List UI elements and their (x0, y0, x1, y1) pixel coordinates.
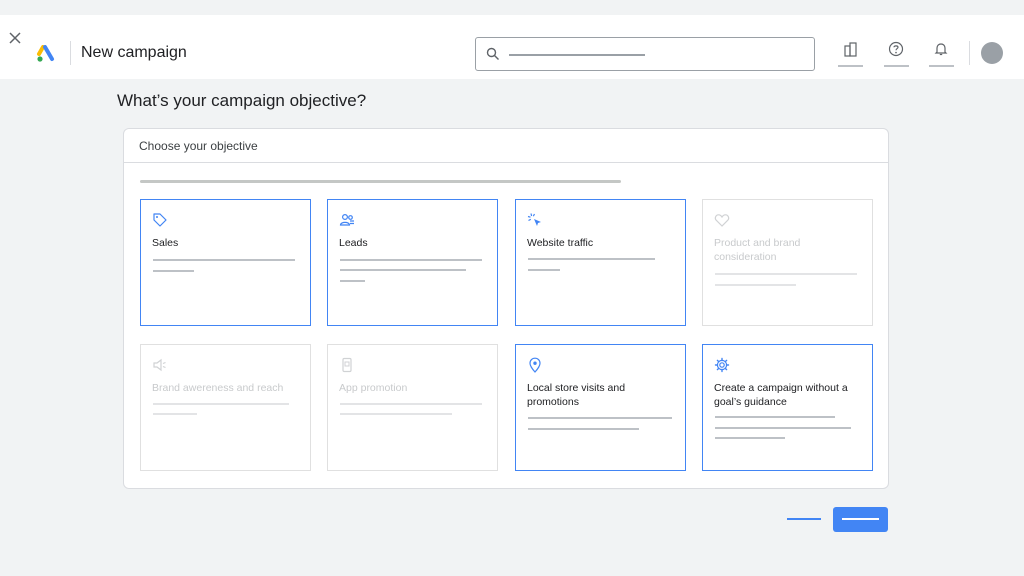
help-icon[interactable] (888, 41, 904, 57)
objective-card-brand-awareness: Brand awereness and reach (140, 344, 311, 471)
objective-card-app-promotion: App promotion (327, 344, 498, 471)
description-line (153, 259, 295, 261)
description-line (153, 403, 289, 405)
objective-card-sales[interactable]: Sales (140, 199, 311, 326)
description-line (715, 416, 835, 418)
people-icon (339, 213, 354, 226)
close-icon[interactable] (8, 30, 22, 46)
google-ads-logo (37, 45, 54, 62)
description-line (340, 259, 482, 261)
phone-icon (342, 357, 352, 373)
description-line (715, 427, 851, 429)
objective-label: App promotion (339, 382, 408, 394)
account-avatar[interactable] (981, 42, 1003, 64)
description-line (528, 428, 639, 430)
objective-label: Leads (339, 237, 368, 249)
panel-title: Choose your objective (124, 129, 888, 163)
gear-icon (714, 357, 730, 373)
header-divider (70, 41, 71, 65)
search-icon (486, 47, 499, 60)
objective-card-product-brand-consideration: Product and brand consideration (702, 199, 873, 326)
objective-label: Create a campaign without a goal’s guida… (714, 382, 848, 408)
search-input[interactable] (475, 37, 815, 71)
search-placeholder-line (509, 54, 645, 56)
objective-label: Website traffic (527, 237, 594, 249)
description-line (153, 270, 194, 272)
location-pin-icon (529, 357, 541, 373)
cursor-click-icon (527, 213, 541, 226)
objective-card-website-traffic[interactable]: Website traffic (515, 199, 686, 326)
speaker-icon (153, 358, 166, 372)
description-line (528, 258, 655, 260)
description-line (153, 413, 197, 415)
page-title: What’s your campaign objective? (117, 91, 367, 110)
help-underline (884, 65, 909, 67)
cancel-button[interactable] (787, 518, 821, 520)
description-line (340, 413, 452, 415)
objective-card-no-goal-guidance[interactable]: Create a campaign without a goal’s guida… (702, 344, 873, 471)
page-header-title: New campaign (81, 44, 187, 61)
continue-button[interactable] (833, 507, 888, 532)
notifications-underline (929, 65, 954, 67)
panel-description-placeholder (140, 180, 621, 183)
description-line (340, 403, 482, 405)
objective-label: Product and brand consideration (714, 237, 801, 263)
description-line (528, 417, 672, 419)
objective-label: Local store visits and promotions (527, 382, 626, 408)
tag-icon (153, 213, 167, 227)
reports-icon[interactable] (843, 41, 859, 57)
objective-label: Sales (152, 237, 179, 249)
objective-card-local-store-visits[interactable]: Local store visits and promotions (515, 344, 686, 471)
objective-card-leads[interactable]: Leads (327, 199, 498, 326)
description-line (715, 273, 857, 275)
description-line (715, 437, 785, 439)
description-line (340, 269, 466, 271)
description-line (528, 269, 560, 271)
reports-underline (838, 65, 863, 67)
objective-label: Brand awereness and reach (152, 382, 284, 394)
continue-button-label-placeholder (842, 518, 879, 520)
notifications-icon[interactable] (933, 41, 949, 57)
heart-icon (714, 214, 730, 227)
header-divider-right (969, 41, 970, 65)
description-line (715, 284, 796, 286)
description-line (340, 280, 365, 282)
